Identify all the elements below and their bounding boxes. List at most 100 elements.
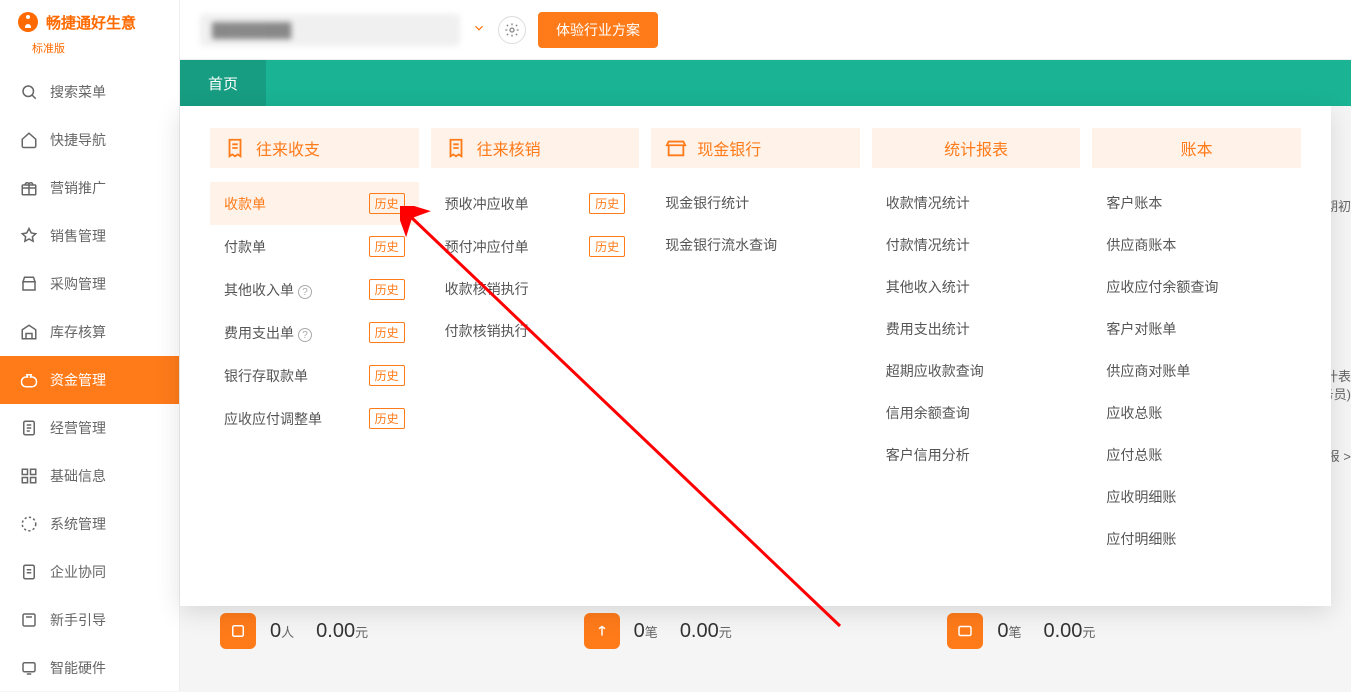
history-tag[interactable]: 历史 — [369, 408, 405, 429]
brand-icon — [16, 10, 40, 34]
receipt-icon — [224, 137, 246, 159]
tab-bar: 首页 — [180, 60, 1351, 106]
clipboard-icon — [20, 419, 38, 437]
brand-edition: 标准版 — [0, 40, 179, 64]
nav-basic-info[interactable]: 基础信息 — [0, 452, 179, 500]
sidebar: 畅捷通好生意 标准版 搜索菜单 快捷导航 营销推广 销售管理 采购管理 库存核算… — [0, 0, 180, 691]
col-header-cash-bank: 现金银行 — [651, 128, 860, 168]
nav-funds[interactable]: 资金管理 — [0, 356, 179, 404]
cta-button[interactable]: 体验行业方案 — [538, 12, 658, 48]
content-area: 完善期初 统计表 务员) 报 > 往来收支 收款单历史 付款单历史 — [180, 106, 1351, 691]
menu-item-credit-balance[interactable]: 信用余额查询 — [872, 392, 1081, 434]
stat-icon — [947, 613, 983, 649]
menu-item-payment-writeoff-exec[interactable]: 付款核销执行 — [431, 310, 640, 352]
brand-logo: 畅捷通好生意 — [0, 0, 179, 40]
menu-item-receipt[interactable]: 收款单历史 — [210, 182, 419, 225]
stat-icon — [220, 613, 256, 649]
menu-item-expense[interactable]: 费用支出单?历史 — [210, 311, 419, 354]
nav-quick-nav[interactable]: 快捷导航 — [0, 116, 179, 164]
brand-name: 畅捷通好生意 — [46, 12, 136, 33]
grid-icon — [20, 467, 38, 485]
menu-item-cash-bank-flow[interactable]: 现金银行流水查询 — [651, 224, 860, 266]
menu-col-ledger: 账本 客户账本 供应商账本 应收应付余额查询 客户对账单 供应商对账单 应收总账… — [1092, 128, 1301, 566]
history-tag[interactable]: 历史 — [369, 236, 405, 257]
receipt-icon — [445, 137, 467, 159]
nav-inventory[interactable]: 库存核算 — [0, 308, 179, 356]
history-tag[interactable]: 历史 — [589, 193, 625, 214]
history-tag[interactable]: 历史 — [369, 279, 405, 300]
menu-col-writeoff: 往来核销 预收冲应收单历史 预付冲应付单历史 收款核销执行 付款核销执行 — [431, 128, 640, 566]
help-icon[interactable]: ? — [298, 285, 312, 299]
menu-item-receipt-stats[interactable]: 收款情况统计 — [872, 182, 1081, 224]
menu-item-other-income-stats[interactable]: 其他收入统计 — [872, 266, 1081, 308]
col-header-ledger: 账本 — [1092, 128, 1301, 168]
cart-icon — [20, 275, 38, 293]
doc-icon — [20, 563, 38, 581]
tab-home[interactable]: 首页 — [180, 60, 266, 106]
menu-item-receipt-writeoff-exec[interactable]: 收款核销执行 — [431, 268, 640, 310]
col-header-reports: 统计报表 — [872, 128, 1081, 168]
book-icon — [20, 611, 38, 629]
menu-item-overdue-ar[interactable]: 超期应收款查询 — [872, 350, 1081, 392]
menu-item-ar-gl[interactable]: 应收总账 — [1092, 392, 1301, 434]
menu-item-supplier-statement[interactable]: 供应商对账单 — [1092, 350, 1301, 392]
nav-list: 搜索菜单 快捷导航 营销推广 销售管理 采购管理 库存核算 资金管理 经营管理 … — [0, 64, 179, 692]
nav-sales[interactable]: 销售管理 — [0, 212, 179, 260]
menu-item-prepay-ar[interactable]: 预收冲应收单历史 — [431, 182, 640, 225]
menu-item-ar-ap-adjust[interactable]: 应收应付调整单历史 — [210, 397, 419, 440]
main-area: ████████ 体验行业方案 首页 完善期初 统计表 务员) — [180, 0, 1351, 691]
nav-search-menu[interactable]: 搜索菜单 — [0, 68, 179, 116]
menu-item-customer-ledger[interactable]: 客户账本 — [1092, 182, 1301, 224]
stat-icon — [584, 613, 620, 649]
menu-item-ar-detail[interactable]: 应收明细账 — [1092, 476, 1301, 518]
home-icon — [20, 131, 38, 149]
stat-block-deals-2: 0笔 0.00元 — [947, 613, 1311, 649]
menu-item-cash-bank-stats[interactable]: 现金银行统计 — [651, 182, 860, 224]
nav-purchase[interactable]: 采购管理 — [0, 260, 179, 308]
stat-block-deals-1: 0笔 0.00元 — [584, 613, 948, 649]
menu-col-reports: 统计报表 收款情况统计 付款情况统计 其他收入统计 费用支出统计 超期应收款查询… — [872, 128, 1081, 566]
menu-item-ap-gl[interactable]: 应付总账 — [1092, 434, 1301, 476]
nav-marketing[interactable]: 营销推广 — [0, 164, 179, 212]
search-icon — [20, 83, 38, 101]
menu-item-payment[interactable]: 付款单历史 — [210, 225, 419, 268]
stats-row: 0人 0.00元 0笔 0.00元 0笔 0.00元 — [220, 601, 1311, 661]
menu-item-customer-credit[interactable]: 客户信用分析 — [872, 434, 1081, 476]
col-header-transactions: 往来收支 — [210, 128, 419, 168]
history-tag[interactable]: 历史 — [369, 322, 405, 343]
nav-beginner-guide[interactable]: 新手引导 — [0, 596, 179, 644]
nav-enterprise-collab[interactable]: 企业协同 — [0, 548, 179, 596]
device-icon — [20, 659, 38, 677]
menu-col-cash-bank: 现金银行 现金银行统计 现金银行流水查询 — [651, 128, 860, 566]
history-tag[interactable]: 历史 — [369, 193, 405, 214]
chevron-down-icon[interactable] — [472, 21, 486, 38]
menu-item-ar-ap-balance[interactable]: 应收应付余额查询 — [1092, 266, 1301, 308]
col-header-writeoff: 往来核销 — [431, 128, 640, 168]
nav-system[interactable]: 系统管理 — [0, 500, 179, 548]
nav-smart-hardware[interactable]: 智能硬件 — [0, 644, 179, 692]
menu-item-expense-stats[interactable]: 费用支出统计 — [872, 308, 1081, 350]
stat-block-people: 0人 0.00元 — [220, 613, 584, 649]
mega-menu: 往来收支 收款单历史 付款单历史 其他收入单?历史 费用支出单?历史 银行存取款… — [180, 106, 1331, 606]
menu-item-bank-transfer[interactable]: 银行存取款单历史 — [210, 354, 419, 397]
help-icon[interactable]: ? — [298, 328, 312, 342]
company-name-redacted: ████████ — [212, 22, 291, 38]
money-bag-icon — [20, 371, 38, 389]
settings-button[interactable] — [498, 16, 526, 44]
history-tag[interactable]: 历史 — [369, 365, 405, 386]
menu-item-customer-statement[interactable]: 客户对账单 — [1092, 308, 1301, 350]
menu-item-prepay-ap[interactable]: 预付冲应付单历史 — [431, 225, 640, 268]
nav-operation[interactable]: 经营管理 — [0, 404, 179, 452]
menu-item-other-income[interactable]: 其他收入单?历史 — [210, 268, 419, 311]
badge-icon — [20, 227, 38, 245]
topbar: ████████ 体验行业方案 — [180, 0, 1351, 60]
warehouse-icon — [20, 323, 38, 341]
menu-item-supplier-ledger[interactable]: 供应商账本 — [1092, 224, 1301, 266]
menu-item-payment-stats[interactable]: 付款情况统计 — [872, 224, 1081, 266]
settings-icon — [20, 515, 38, 533]
menu-col-transactions: 往来收支 收款单历史 付款单历史 其他收入单?历史 费用支出单?历史 银行存取款… — [210, 128, 419, 566]
history-tag[interactable]: 历史 — [589, 236, 625, 257]
menu-item-ap-detail[interactable]: 应付明细账 — [1092, 518, 1301, 560]
bank-icon — [665, 137, 687, 159]
company-selector[interactable]: ████████ — [200, 14, 460, 46]
